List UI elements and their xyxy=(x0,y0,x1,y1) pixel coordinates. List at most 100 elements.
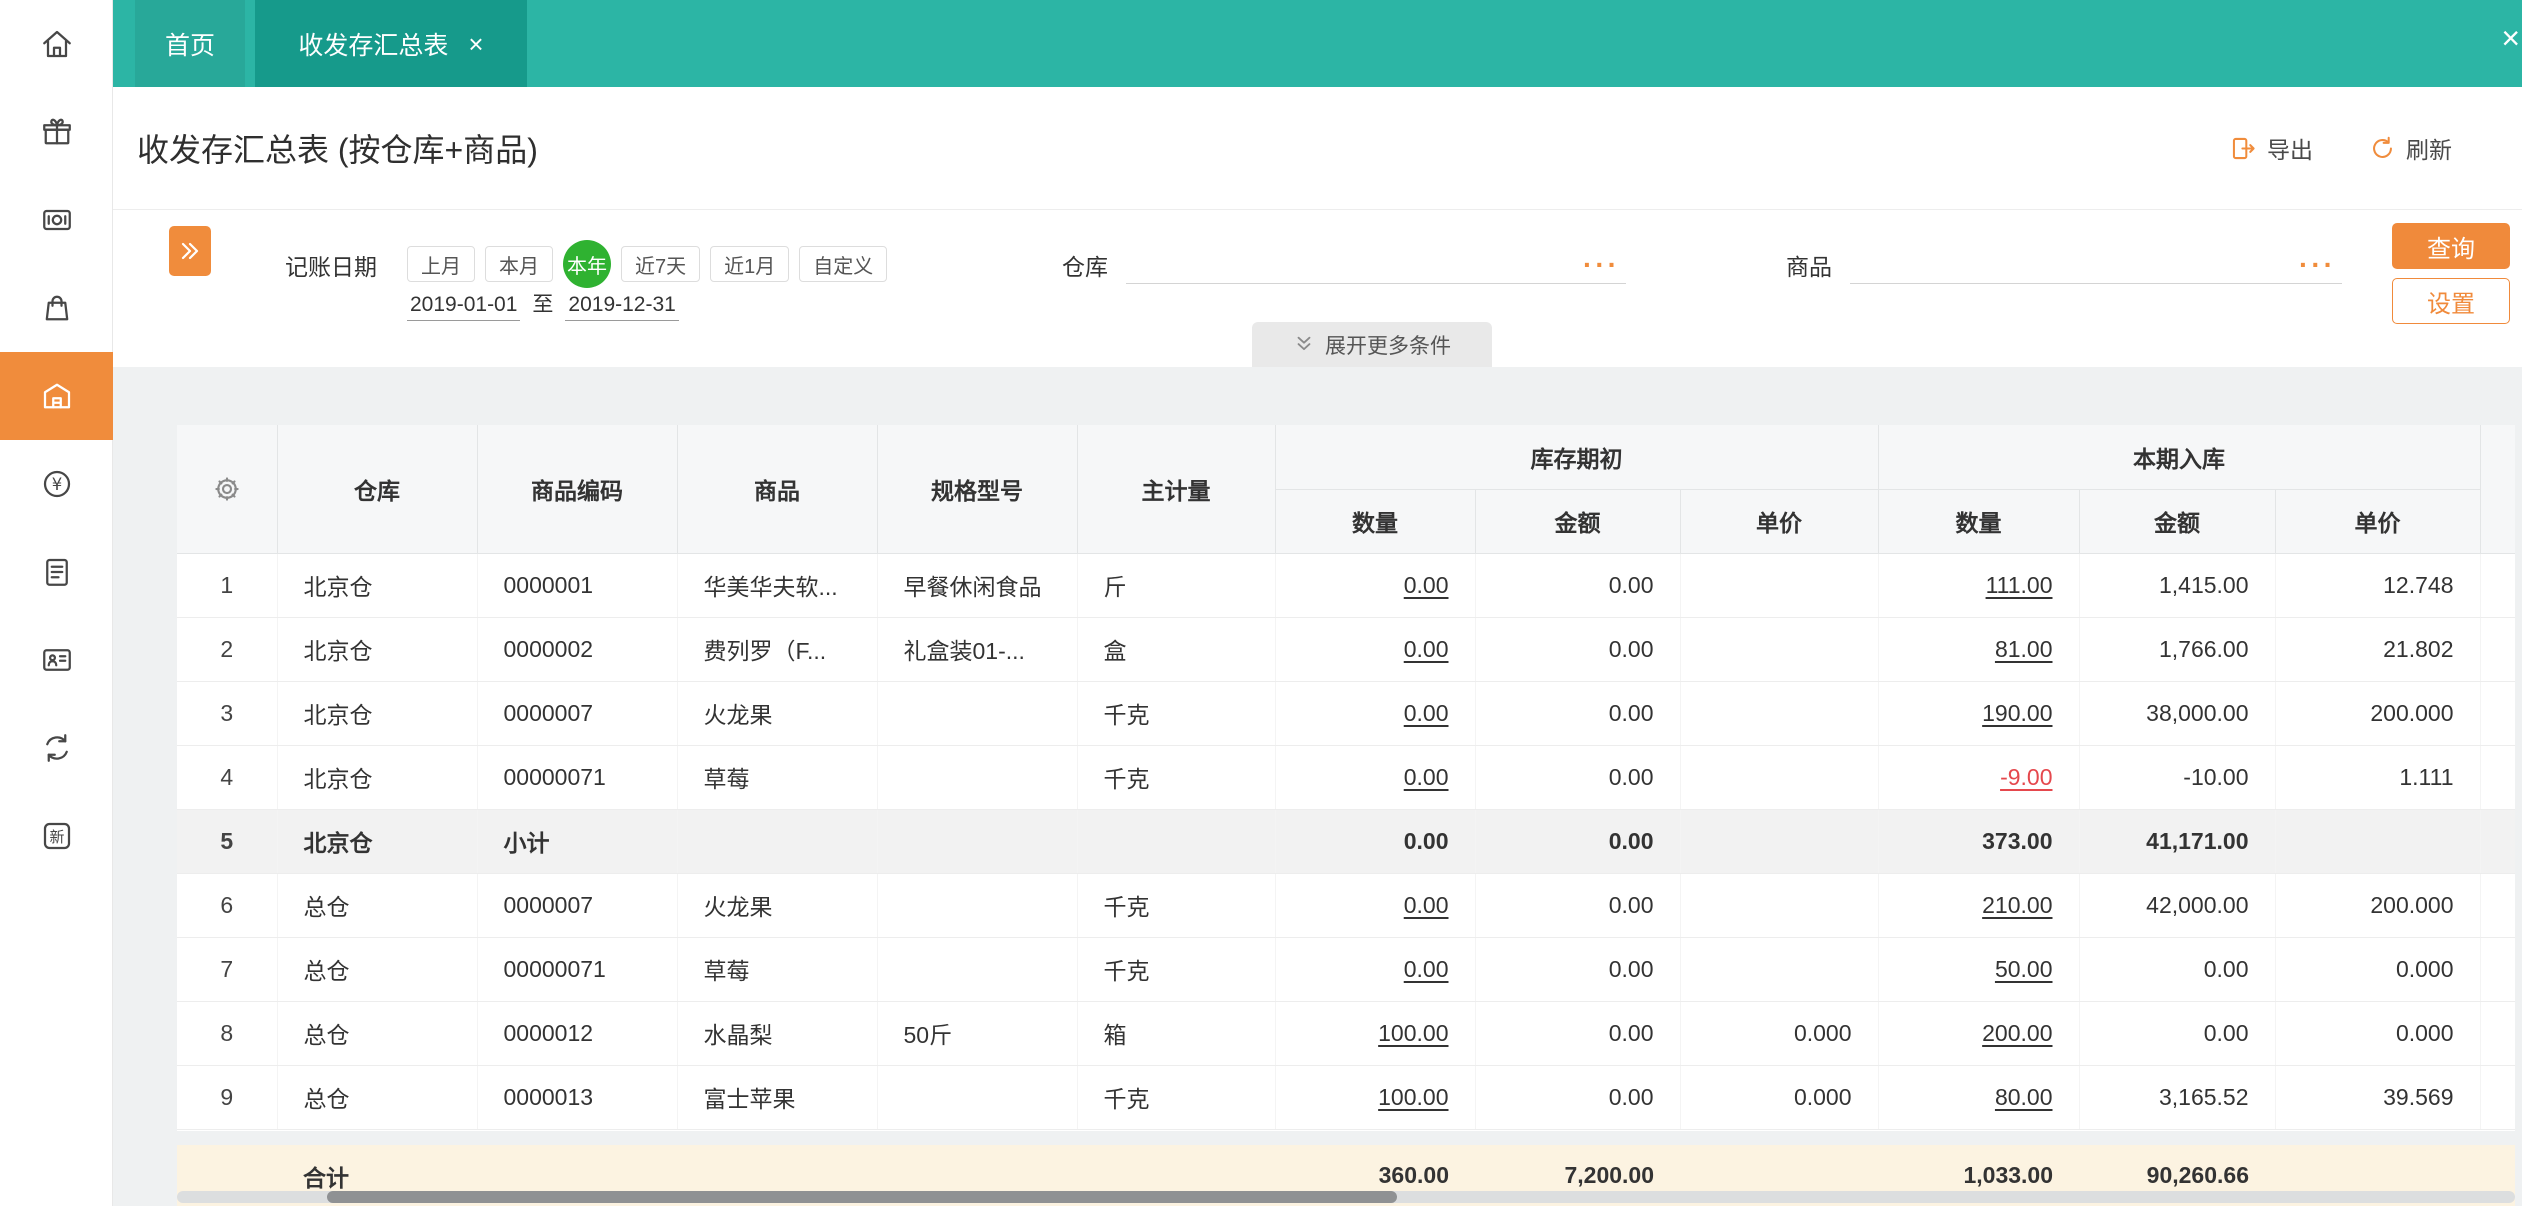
cell xyxy=(877,681,1078,746)
tab-summary[interactable]: 收发存汇总表 × xyxy=(255,0,528,87)
chip-this-year[interactable]: 本年 xyxy=(563,240,611,288)
quantity-drill-link[interactable]: 81.00 xyxy=(1995,636,2053,662)
quantity-drill-link[interactable]: 0.00 xyxy=(1404,892,1449,918)
product-picker-button[interactable]: ··· xyxy=(2299,251,2336,279)
sync-icon xyxy=(45,734,68,762)
topbar-close-icon[interactable]: × xyxy=(2501,22,2520,54)
warehouse-picker-button[interactable]: ··· xyxy=(1583,251,1620,279)
home-icon xyxy=(42,30,71,58)
quantity-drill-link[interactable]: 0.00 xyxy=(1404,764,1449,790)
refresh-button[interactable]: 刷新 xyxy=(2369,131,2452,165)
quantity-drill-link[interactable]: 0.00 xyxy=(1404,572,1449,598)
cell: 41,171.00 xyxy=(2079,809,2276,874)
cell: 39.569 xyxy=(2275,1065,2481,1130)
table-row[interactable]: 4 北京仓 00000071 草莓 千克 0.00 0.00 -9.00 -10.00 1.111 xyxy=(177,745,2515,810)
cell: 总仓 xyxy=(277,873,478,938)
cell: 千克 xyxy=(1077,745,1276,810)
group-header-inbound: 本期入库 xyxy=(1878,425,2481,490)
quantity-drill-link[interactable]: 50.00 xyxy=(1995,956,2053,982)
cell: 00000071 xyxy=(477,937,678,1002)
quantity-drill-link[interactable]: 0.00 xyxy=(1404,636,1449,662)
sidebar-item-bag[interactable] xyxy=(0,264,113,352)
table-row[interactable]: 8 总仓 0000012 水晶梨 50斤箱 100.00 0.00 0.000 200.00 0.… xyxy=(177,1001,2515,1066)
cell: 富士苹果 xyxy=(677,1065,878,1130)
cell: 总仓 xyxy=(277,937,478,1002)
table-row[interactable]: 2 北京仓 0000002 费列罗（F... 礼盒装01-... 盒 0.00 0.00 81.… xyxy=(177,617,2515,682)
column-header-inbound-qty[interactable]: 数量 xyxy=(1878,489,2080,554)
table-group-header-row: 仓库 商品编码 商品 规格型号 主计量 库存期初 本期入库 xyxy=(177,425,2515,554)
quantity-drill-link[interactable]: -9.00 xyxy=(2000,764,2052,790)
cell: 总仓 xyxy=(277,1001,478,1066)
sidebar-item-bill[interactable] xyxy=(0,528,113,616)
quantity-drill-link[interactable]: 100.00 xyxy=(1378,1020,1448,1046)
cell-quantity: 100.00 xyxy=(1275,1001,1476,1066)
collapse-filter-button[interactable] xyxy=(169,226,211,276)
sidebar-item-money[interactable] xyxy=(0,176,113,264)
cell: 草莓 xyxy=(677,937,878,1002)
cell: 盒 xyxy=(1077,617,1276,682)
cell: 水晶梨 xyxy=(677,1001,878,1066)
warehouse-input[interactable]: ··· xyxy=(1126,240,1626,284)
chip-custom[interactable]: 自定义 xyxy=(799,246,888,282)
quantity-drill-link[interactable]: 210.00 xyxy=(1982,892,2052,918)
column-header-spec[interactable]: 规格型号 xyxy=(877,425,1078,554)
cell: 1.111 xyxy=(2275,745,2481,810)
date-from-field[interactable]: 2019-01-01 xyxy=(407,293,521,321)
sidebar-item-contacts[interactable] xyxy=(0,616,113,704)
chip-last-7-days[interactable]: 近7天 xyxy=(621,246,701,282)
settings-button[interactable]: 设置 xyxy=(2392,278,2510,324)
export-button[interactable]: 导出 xyxy=(2230,131,2313,165)
sidebar-item-gift[interactable] xyxy=(0,88,113,176)
quantity-drill-link[interactable]: 111.00 xyxy=(1986,572,2053,598)
gift-icon xyxy=(42,118,71,145)
product-input[interactable]: ··· xyxy=(1850,240,2342,284)
horizontal-scrollbar-track[interactable] xyxy=(177,1191,2515,1203)
column-header-opening-amount[interactable]: 金额 xyxy=(1475,489,1681,554)
subtotal-row[interactable]: 5 北京仓 小计 0.00 0.00 373.00 41,171.00 xyxy=(177,809,2515,874)
quantity-drill-link[interactable]: 200.00 xyxy=(1982,1020,2052,1046)
table-row[interactable]: 3 北京仓 0000007 火龙果 千克 0.00 0.00 190.00 38,000.00 2… xyxy=(177,681,2515,746)
cell: 0.000 xyxy=(2275,1001,2481,1066)
column-header-code[interactable]: 商品编码 xyxy=(477,425,678,554)
quantity-drill-link[interactable]: 80.00 xyxy=(1995,1084,2053,1110)
sidebar-item-sync[interactable] xyxy=(0,704,113,792)
chip-last-month[interactable]: 上月 xyxy=(407,246,475,282)
cell: 0000001 xyxy=(477,553,678,618)
sidebar-item-coin[interactable]: ¥ xyxy=(0,440,113,528)
expand-more-conditions[interactable]: 展开更多条件 xyxy=(1252,322,1492,367)
table-row[interactable]: 1 北京仓 0000001 华美华夫软... 早餐休闲食品斤 0.00 0.00 111.00… xyxy=(177,553,2515,618)
column-header-inbound-amount[interactable]: 金额 xyxy=(2079,489,2276,554)
column-header-opening-price[interactable]: 单价 xyxy=(1680,489,1879,554)
cell-quantity: 190.00 xyxy=(1878,681,2080,746)
column-header-warehouse[interactable]: 仓库 xyxy=(277,425,478,554)
quantity-drill-link[interactable]: 190.00 xyxy=(1982,700,2052,726)
query-button[interactable]: 查询 xyxy=(2392,223,2510,269)
table-row[interactable]: 7 总仓 00000071 草莓 千克 0.00 0.00 50.00 0.00 0.000 xyxy=(177,937,2515,1002)
quantity-drill-link[interactable]: 100.00 xyxy=(1378,1084,1448,1110)
tab-close-icon[interactable]: × xyxy=(468,31,483,57)
page-actions: 导出 刷新 xyxy=(2230,131,2452,165)
chip-this-month[interactable]: 本月 xyxy=(485,246,553,282)
table-row[interactable]: 9 总仓 0000013 富士苹果 千克 100.00 0.00 0.000 80.00 3,16… xyxy=(177,1065,2515,1130)
horizontal-scrollbar-thumb[interactable] xyxy=(327,1191,1397,1203)
column-header-product[interactable]: 商品 xyxy=(677,425,878,554)
sidebar-item-new[interactable]: 新 xyxy=(0,792,113,880)
date-range: 2019-01-01 至 2019-12-31 xyxy=(407,288,679,321)
quantity-drill-link[interactable]: 0.00 xyxy=(1404,956,1449,982)
row-number: 2 xyxy=(177,617,278,682)
column-header-opening-qty[interactable]: 数量 xyxy=(1275,489,1476,554)
date-to-field[interactable]: 2019-12-31 xyxy=(565,293,679,321)
chip-last-1-month[interactable]: 近1月 xyxy=(710,246,790,282)
cell: 0000007 xyxy=(477,681,678,746)
row-number: 9 xyxy=(177,1065,278,1130)
cell: 373.00 xyxy=(1878,809,2080,874)
column-settings-button[interactable] xyxy=(177,425,278,554)
tab-home[interactable]: 首页 xyxy=(135,0,246,87)
sidebar-item-warehouse[interactable] xyxy=(0,352,113,440)
quantity-drill-link[interactable]: 0.00 xyxy=(1404,700,1449,726)
cell xyxy=(1680,553,1879,618)
column-header-unit[interactable]: 主计量 xyxy=(1077,425,1276,554)
column-header-inbound-price[interactable]: 单价 xyxy=(2275,489,2481,554)
sidebar-item-home[interactable] xyxy=(0,0,113,88)
table-row[interactable]: 6 总仓 0000007 火龙果 千克 0.00 0.00 210.00 42,000.00 20… xyxy=(177,873,2515,938)
